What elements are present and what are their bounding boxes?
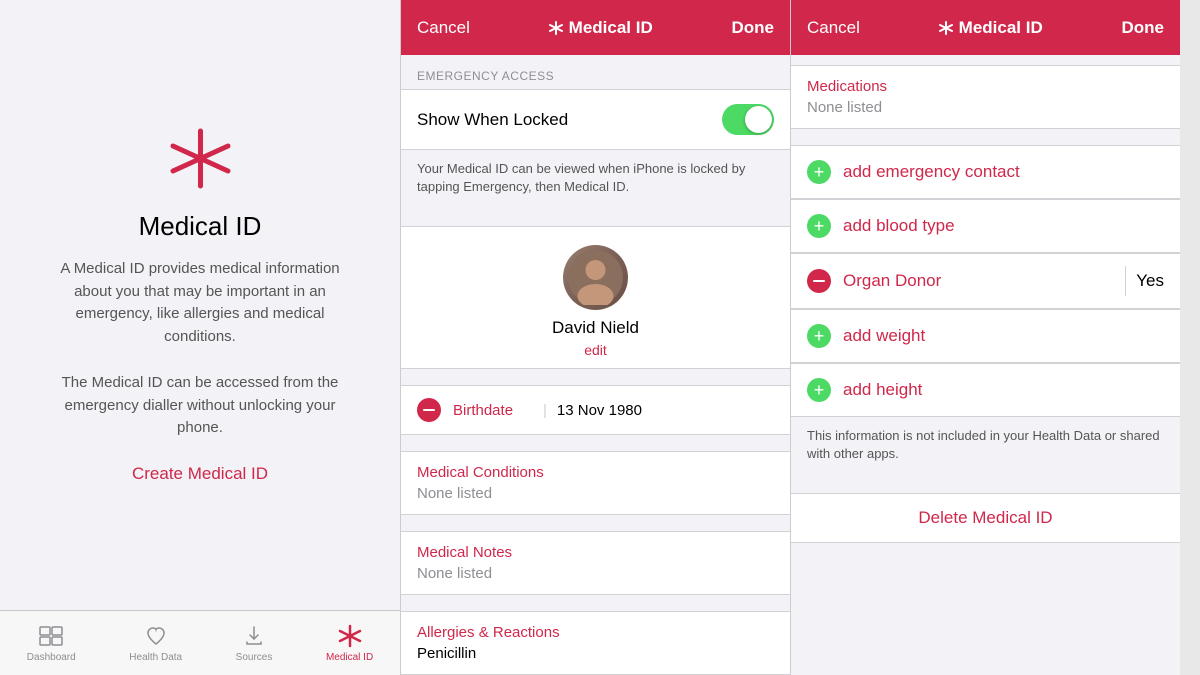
- add-height-label: add height: [843, 380, 922, 400]
- main-content: Medical ID A Medical ID provides medical…: [0, 0, 400, 610]
- delete-medical-id-section[interactable]: Delete Medical ID: [791, 493, 1180, 543]
- add-weight-label: add weight: [843, 326, 925, 346]
- tab-medical-id[interactable]: Medical ID: [326, 623, 373, 663]
- asterisk-header-icon: [549, 21, 563, 35]
- dashboard-icon: [38, 623, 64, 649]
- emergency-access-label: EMERGENCY ACCESS: [401, 55, 790, 89]
- modal-title-2: Medical ID: [549, 18, 653, 38]
- panel-medical-id-details: Cancel Medical ID Done Medications None …: [790, 0, 1180, 675]
- add-blood-type-label: add blood type: [843, 216, 955, 236]
- birthdate-sep: |: [543, 402, 547, 419]
- show-when-locked-label: Show When Locked: [417, 110, 568, 130]
- birthdate-value: 13 Nov 1980: [557, 402, 642, 419]
- add-height-plus: [807, 378, 831, 402]
- organ-donor-separator: [1125, 266, 1126, 296]
- add-blood-type-plus: [807, 214, 831, 238]
- add-height-row[interactable]: add height: [791, 363, 1180, 416]
- medical-conditions-title: Medical Conditions: [417, 464, 774, 481]
- create-medical-id-link[interactable]: Create Medical ID: [132, 464, 268, 484]
- description-1: A Medical ID provides medical informatio…: [40, 258, 360, 348]
- main-title: Medical ID: [139, 211, 262, 242]
- organ-donor-row[interactable]: Organ Donor Yes: [791, 253, 1180, 309]
- sources-icon: [241, 623, 267, 649]
- show-when-locked-card: Show When Locked: [401, 89, 790, 150]
- tab-medical-id-label: Medical ID: [326, 652, 373, 663]
- done-button-3[interactable]: Done: [1121, 18, 1164, 38]
- add-blood-type-row[interactable]: add blood type: [791, 199, 1180, 253]
- modal-scroll-2: EMERGENCY ACCESS Show When Locked Your M…: [401, 55, 790, 675]
- done-button-2[interactable]: Done: [731, 18, 774, 38]
- toggle-row: Show When Locked: [401, 90, 790, 149]
- asterisk-header-icon-3: [939, 21, 953, 35]
- birthdate-minus-btn[interactable]: [417, 398, 441, 422]
- modal-header-3: Cancel Medical ID Done: [791, 0, 1180, 55]
- profile-name: David Nield: [552, 318, 639, 338]
- birthdate-row: Birthdate | 13 Nov 1980: [401, 386, 790, 434]
- avatar-image: [568, 250, 623, 305]
- add-emergency-contact-label: add emergency contact: [843, 162, 1020, 182]
- add-emergency-contact-row[interactable]: add emergency contact: [791, 146, 1180, 199]
- tab-dashboard-label: Dashboard: [27, 652, 76, 663]
- medical-notes-value: None listed: [417, 565, 774, 582]
- toggle-info-text: Your Medical ID can be viewed when iPhon…: [401, 150, 790, 210]
- medical-conditions-section: Medical Conditions None listed: [401, 451, 790, 515]
- organ-donor-minus-btn[interactable]: [807, 269, 831, 293]
- profile-row: David Nield edit: [401, 226, 790, 369]
- tab-dashboard[interactable]: Dashboard: [27, 623, 76, 663]
- medications-section: Medications None listed: [791, 65, 1180, 129]
- medical-conditions-value: None listed: [417, 485, 774, 502]
- health-data-icon: [143, 623, 169, 649]
- tab-health-data[interactable]: Health Data: [129, 623, 182, 663]
- modal-title-3: Medical ID: [939, 18, 1043, 38]
- organ-donor-label: Organ Donor: [843, 271, 1115, 291]
- add-rows-group: add emergency contact add blood type Org…: [791, 145, 1180, 417]
- tab-sources-label: Sources: [236, 652, 273, 663]
- panel-medical-id-form: Cancel Medical ID Done EMERGENCY ACCESS …: [400, 0, 790, 675]
- allergies-value: Penicillin: [417, 645, 774, 662]
- add-weight-row[interactable]: add weight: [791, 309, 1180, 363]
- cancel-button-3[interactable]: Cancel: [807, 18, 860, 38]
- toggle-knob: [745, 106, 772, 133]
- show-when-locked-toggle[interactable]: [722, 104, 774, 135]
- panel-main: Medical ID A Medical ID provides medical…: [0, 0, 400, 675]
- modal-scroll-3: Medications None listed add emergency co…: [791, 55, 1180, 675]
- birthdate-label: Birthdate: [453, 402, 533, 419]
- profile-edit-link[interactable]: edit: [584, 342, 607, 358]
- medications-value: None listed: [807, 99, 1164, 116]
- organ-donor-value: Yes: [1136, 271, 1164, 291]
- medical-id-tab-icon: [337, 623, 363, 649]
- cancel-button-2[interactable]: Cancel: [417, 18, 470, 38]
- medications-title: Medications: [807, 78, 1164, 95]
- medical-notes-title: Medical Notes: [417, 544, 774, 561]
- asterisk-icon: [168, 126, 233, 191]
- tab-bar: Dashboard Health Data Sources: [0, 610, 400, 675]
- add-emergency-contact-plus: [807, 160, 831, 184]
- tab-health-data-label: Health Data: [129, 652, 182, 663]
- profile-avatar: [563, 245, 628, 310]
- tab-sources[interactable]: Sources: [236, 623, 273, 663]
- medical-notes-section: Medical Notes None listed: [401, 531, 790, 595]
- allergies-section: Allergies & Reactions Penicillin: [401, 611, 790, 675]
- description-2: The Medical ID can be accessed from the …: [40, 372, 360, 440]
- modal-header-2: Cancel Medical ID Done: [401, 0, 790, 55]
- info-note: This information is not included in your…: [791, 417, 1180, 473]
- allergies-title: Allergies & Reactions: [417, 624, 774, 641]
- add-weight-plus: [807, 324, 831, 348]
- delete-medical-id-label: Delete Medical ID: [918, 508, 1052, 527]
